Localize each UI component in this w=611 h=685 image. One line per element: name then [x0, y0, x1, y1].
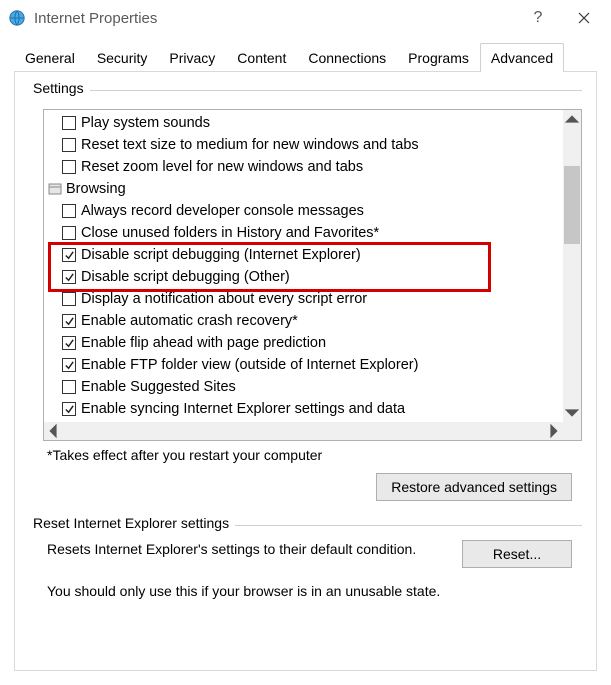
setting-label: Enable Suggested Sites: [81, 377, 236, 397]
tab-privacy[interactable]: Privacy: [158, 43, 226, 72]
tab-programs[interactable]: Programs: [397, 43, 480, 72]
setting-row[interactable]: Enable Suggested Sites: [44, 376, 581, 398]
settings-group: Settings Play system soundsReset text si…: [33, 90, 582, 501]
checkbox[interactable]: [62, 204, 76, 218]
setting-label: Enable syncing Internet Explorer setting…: [81, 399, 405, 419]
titlebar: Internet Properties ?: [0, 0, 611, 36]
category-row: Browsing: [44, 178, 581, 200]
tab-general[interactable]: General: [14, 43, 86, 72]
tab-connections[interactable]: Connections: [297, 43, 397, 72]
scroll-left-icon[interactable]: [44, 422, 62, 440]
checkbox[interactable]: [62, 358, 76, 372]
tab-security[interactable]: Security: [86, 43, 159, 72]
setting-row[interactable]: Close unused folders in History and Favo…: [44, 222, 581, 244]
checkbox[interactable]: [62, 138, 76, 152]
settings-group-label: Settings: [33, 80, 90, 96]
scroll-down-icon[interactable]: [563, 404, 581, 422]
help-button[interactable]: ?: [515, 2, 561, 34]
setting-label: Enable automatic crash recovery*: [81, 311, 298, 331]
scroll-thumb[interactable]: [564, 166, 580, 244]
setting-row[interactable]: Disable script debugging (Internet Explo…: [44, 244, 581, 266]
setting-row[interactable]: Enable syncing Internet Explorer setting…: [44, 398, 581, 420]
setting-row[interactable]: Reset zoom level for new windows and tab…: [44, 156, 581, 178]
checkbox[interactable]: [62, 248, 76, 262]
window-title: Internet Properties: [34, 10, 515, 27]
setting-row[interactable]: Disable script debugging (Other): [44, 266, 581, 288]
setting-label: Disable script debugging (Internet Explo…: [81, 245, 361, 265]
restart-footnote: *Takes effect after you restart your com…: [47, 447, 582, 463]
checkbox[interactable]: [62, 380, 76, 394]
setting-label: Browsing: [66, 179, 126, 199]
setting-row[interactable]: Display a notification about every scrip…: [44, 288, 581, 310]
horizontal-scrollbar[interactable]: [44, 422, 581, 440]
tab-content[interactable]: Content: [226, 43, 297, 72]
reset-warning: You should only use this if your browser…: [47, 582, 572, 601]
setting-row[interactable]: Enable FTP folder view (outside of Inter…: [44, 354, 581, 376]
tab-advanced[interactable]: Advanced: [480, 43, 564, 72]
tab-page-advanced: Settings Play system soundsReset text si…: [14, 71, 597, 671]
checkbox[interactable]: [62, 314, 76, 328]
vertical-scrollbar[interactable]: [563, 110, 581, 422]
checkbox[interactable]: [62, 336, 76, 350]
category-icon: [48, 182, 62, 196]
reset-group-label: Reset Internet Explorer settings: [33, 515, 235, 531]
reset-button[interactable]: Reset...: [462, 540, 572, 568]
setting-label: Close unused folders in History and Favo…: [81, 223, 379, 243]
setting-label: Display a notification about every scrip…: [81, 289, 367, 309]
scroll-track[interactable]: [62, 422, 545, 440]
setting-row[interactable]: Always record developer console messages: [44, 200, 581, 222]
checkbox[interactable]: [62, 116, 76, 130]
close-button[interactable]: [561, 2, 607, 34]
reset-description: Resets Internet Explorer's settings to t…: [47, 540, 442, 559]
setting-row[interactable]: Play system sounds: [44, 112, 581, 134]
setting-row[interactable]: Enable automatic crash recovery*: [44, 310, 581, 332]
reset-group: Reset Internet Explorer settings Resets …: [33, 525, 582, 605]
checkbox[interactable]: [62, 402, 76, 416]
checkbox[interactable]: [62, 292, 76, 306]
restore-advanced-button[interactable]: Restore advanced settings: [376, 473, 572, 501]
setting-label: Always record developer console messages: [81, 201, 364, 221]
setting-row[interactable]: Reset text size to medium for new window…: [44, 134, 581, 156]
setting-label: Disable script debugging (Other): [81, 267, 290, 287]
setting-label: Reset zoom level for new windows and tab…: [81, 157, 363, 177]
setting-label: Play system sounds: [81, 113, 210, 133]
settings-listbox[interactable]: Play system soundsReset text size to med…: [43, 109, 582, 441]
scroll-up-icon[interactable]: [563, 110, 581, 128]
scroll-right-icon[interactable]: [545, 422, 563, 440]
tab-strip: GeneralSecurityPrivacyContentConnections…: [14, 42, 597, 71]
globe-icon: [8, 9, 26, 27]
checkbox[interactable]: [62, 226, 76, 240]
setting-row[interactable]: Enable flip ahead with page prediction: [44, 332, 581, 354]
scroll-track[interactable]: [563, 128, 581, 404]
setting-label: Reset text size to medium for new window…: [81, 135, 419, 155]
setting-label: Enable flip ahead with page prediction: [81, 333, 326, 353]
checkbox[interactable]: [62, 270, 76, 284]
checkbox[interactable]: [62, 160, 76, 174]
setting-label: Enable FTP folder view (outside of Inter…: [81, 355, 418, 375]
